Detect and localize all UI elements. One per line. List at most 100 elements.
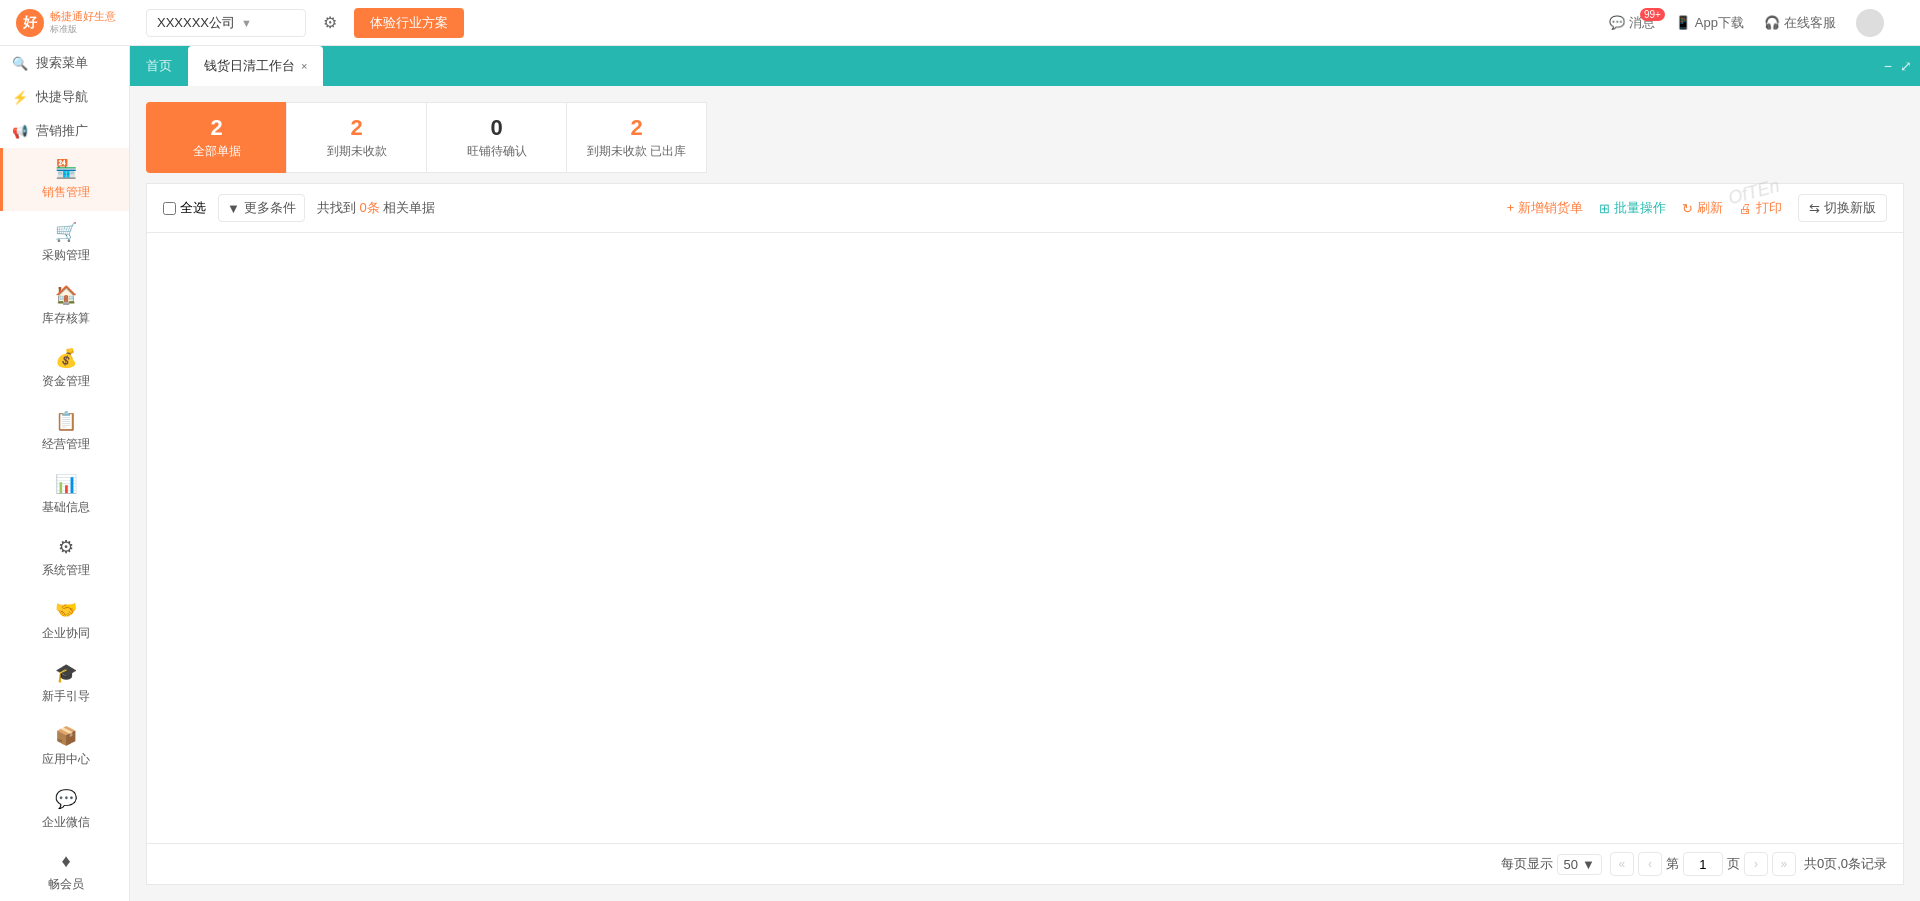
app-center-label: 应用中心 [42,751,90,768]
print-label: 打印 [1756,199,1782,217]
inventory-label: 库存核算 [42,310,90,327]
sidebar-item-search[interactable]: 🔍 搜索菜单 [0,46,129,80]
search-icon: 🔍 [12,56,28,71]
app-name: 畅捷通好生意 [50,9,116,23]
sidebar-item-wechat[interactable]: 💬 企业微信 [0,778,129,841]
first-page-button[interactable]: « [1610,852,1634,876]
batch-operation-button[interactable]: ⊞ 批量操作 [1599,199,1666,217]
sales-icon: 🏪 [55,158,77,180]
table-empty [147,233,1903,633]
per-page-label: 每页显示 [1501,855,1553,873]
select-all-checkbox[interactable]: 全选 [163,199,206,217]
sidebar-item-basic[interactable]: 📊 基础信息 [0,463,129,526]
sidebar-item-purchase[interactable]: 🛒 采购管理 [0,211,129,274]
app-download-label: App下载 [1695,14,1744,32]
tab-close-icon[interactable]: × [301,60,307,72]
wechat-icon: 💬 [55,788,77,810]
stat-card-all[interactable]: 2 全部单据 [146,102,286,173]
tab-maximize-button[interactable]: ⤢ [1900,58,1912,74]
app-center-icon: 📦 [55,725,77,747]
found-count: 0条 [360,200,380,215]
print-icon: 🖨 [1739,201,1752,216]
last-page-button[interactable]: » [1772,852,1796,876]
toolbar: 全选 ▼ 更多条件 共找到 0条 相关单据 + 新增销货单 [146,183,1904,232]
stat-card-pending[interactable]: 0 旺铺待确认 [426,102,566,173]
try-industry-button[interactable]: 体验行业方案 [354,8,464,38]
sidebar-item-cooperation[interactable]: 🤝 企业协同 [0,589,129,652]
prev-page-button[interactable]: ‹ [1638,852,1662,876]
purchase-label: 采购管理 [42,247,90,264]
found-prefix: 共找到 [317,200,356,215]
member-label: 畅会员 [48,876,84,893]
system-icon: ⚙ [58,536,74,558]
table-container [146,232,1904,844]
message-badge: 99+ [1640,8,1665,21]
app-download-item[interactable]: 📱 App下载 [1675,14,1744,32]
inventory-icon: 🏠 [55,284,77,306]
marketing-icon: 📢 [12,124,28,139]
purchase-icon: 🛒 [55,221,77,243]
filter-icon: ▼ [227,201,240,216]
sidebar-item-capital[interactable]: 💰 资金管理 [0,337,129,400]
quick-nav-label: 快捷导航 [36,88,88,106]
stat-card-overdue[interactable]: 2 到期未收款 [286,102,426,173]
logo: 好 畅捷通好生意 标准版 [16,9,146,37]
filter-button[interactable]: ▼ 更多条件 [218,194,305,222]
batch-icon: ⊞ [1599,201,1610,216]
sidebar-item-guide[interactable]: 🎓 新手引导 [0,652,129,715]
settings-button[interactable]: ⚙ [314,7,346,39]
avatar[interactable] [1856,9,1884,37]
logo-icon: 好 [16,9,44,37]
sidebar: 🔍 搜索菜单 ⚡ 快捷导航 📢 营销推广 🏪 销售管理 🛒 采购管理 🏠 库存核… [0,46,130,901]
page-suffix: 页 [1727,855,1740,873]
message-item[interactable]: 💬 消息 99+ [1609,14,1655,32]
service-icon: 🎧 [1764,15,1780,30]
sidebar-item-sales[interactable]: 🏪 销售管理 [0,148,129,211]
sidebar-item-system[interactable]: ⚙ 系统管理 [0,526,129,589]
select-all-input[interactable] [163,202,176,215]
dropdown-arrow-icon: ▼ [241,17,252,29]
online-service-item[interactable]: 🎧 在线客服 [1764,14,1836,32]
overdue-label: 到期未收款 [307,143,406,160]
guide-icon: 🎓 [55,662,77,684]
pending-label: 旺铺待确认 [447,143,546,160]
toolbar-left: 全选 ▼ 更多条件 共找到 0条 相关单据 [163,194,1495,222]
overdue-count: 2 [307,115,406,141]
cooperation-label: 企业协同 [42,625,90,642]
tab-home[interactable]: 首页 [130,46,188,86]
sidebar-item-inventory[interactable]: 🏠 库存核算 [0,274,129,337]
tab-minimize-button[interactable]: − [1884,58,1892,74]
sidebar-item-app-center[interactable]: 📦 应用中心 [0,715,129,778]
sidebar-item-operation[interactable]: 📋 经营管理 [0,400,129,463]
tab-bar: 首页 钱货日清工作台 × − ⤢ [130,46,1920,86]
switch-icon: ⇆ [1809,201,1820,216]
switch-version-button[interactable]: ⇆ 切换新版 [1798,194,1887,222]
company-selector[interactable]: XXXXXX公司 ▼ [146,9,306,37]
page-label: 第 [1666,855,1679,873]
out-count: 2 [587,115,686,141]
print-button[interactable]: 🖨 打印 [1739,199,1782,217]
basic-label: 基础信息 [42,499,90,516]
sidebar-item-marketing[interactable]: 📢 营销推广 [0,114,129,148]
stat-card-out[interactable]: 2 到期未收款 已出库 [566,102,707,173]
page-size-dropdown[interactable]: 50 ▼ [1557,854,1602,875]
online-service-label: 在线客服 [1784,14,1836,32]
page-input[interactable] [1683,852,1723,876]
logo-text-block: 畅捷通好生意 标准版 [50,9,116,36]
company-name: XXXXXX公司 [157,14,235,32]
app-download-icon: 📱 [1675,15,1691,30]
found-text: 共找到 0条 相关单据 [317,199,435,217]
tab-cash-flow[interactable]: 钱货日清工作台 × [188,46,323,86]
member-icon: ♦ [61,851,70,872]
sidebar-item-quick-nav[interactable]: ⚡ 快捷导航 [0,80,129,114]
refresh-icon: ↻ [1682,201,1693,216]
sidebar-item-member[interactable]: ♦ 畅会员 [0,841,129,901]
pending-count: 0 [447,115,546,141]
next-page-button[interactable]: › [1744,852,1768,876]
refresh-button[interactable]: ↻ 刷新 [1682,199,1723,217]
add-sale-button[interactable]: + 新增销货单 [1507,199,1583,217]
page-nav: « ‹ 第 页 › » [1610,852,1796,876]
filter-label: 更多条件 [244,199,296,217]
operation-icon: 📋 [55,410,77,432]
topbar-right: 💬 消息 99+ 📱 App下载 🎧 在线客服 [1609,9,1904,37]
